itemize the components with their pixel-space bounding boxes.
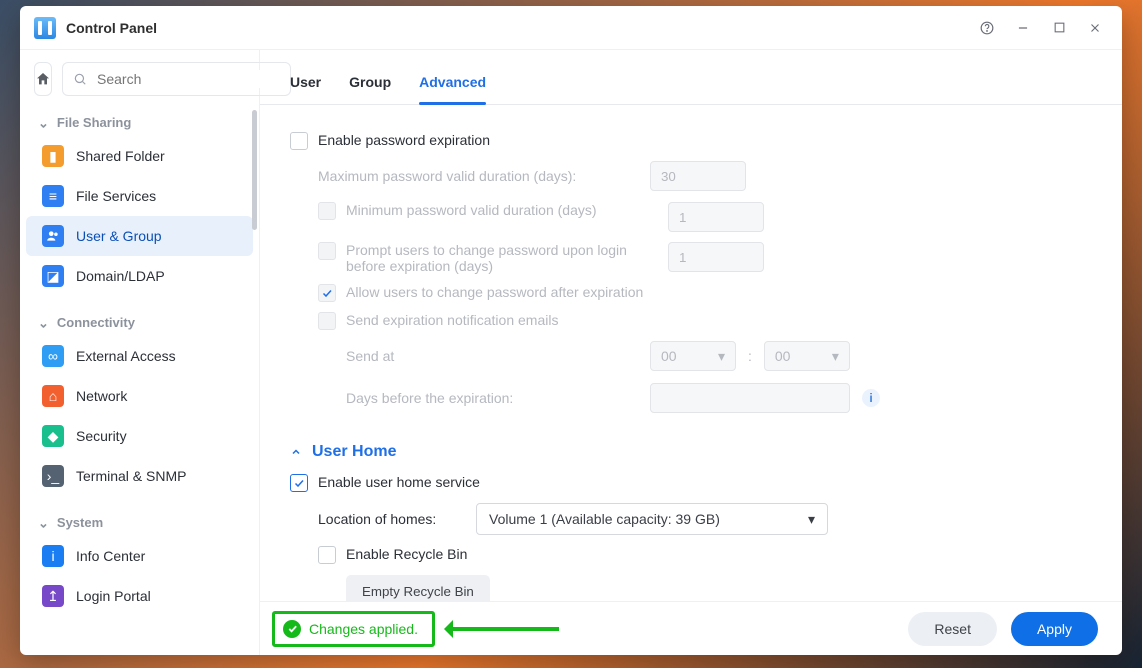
control-panel-icon — [34, 17, 56, 39]
tab-advanced[interactable]: Advanced — [419, 74, 486, 104]
control-panel-window: Control Panel ⌃File Sharing ▮Shared Fold… — [20, 6, 1122, 655]
user-home-section-toggle[interactable]: User Home — [290, 429, 1092, 469]
id-card-icon: ◪ — [42, 265, 64, 287]
min-days-input — [668, 202, 764, 232]
login-icon: ↥ — [42, 585, 64, 607]
info-icon[interactable]: i — [862, 389, 880, 407]
prompt-change-input — [668, 242, 764, 272]
terminal-icon: ›_ — [42, 465, 64, 487]
shield-icon: ◆ — [42, 425, 64, 447]
sidebar-item-info-center[interactable]: iInfo Center — [26, 536, 253, 576]
chevron-up-icon: ⌃ — [38, 514, 49, 530]
tab-group[interactable]: Group — [349, 74, 391, 104]
sidebar-item-shared-folder[interactable]: ▮Shared Folder — [26, 136, 253, 176]
section-system[interactable]: ⌃System — [20, 504, 259, 536]
chevron-down-icon: ▾ — [808, 511, 815, 528]
allow-change-after-label: Allow users to change password after exp… — [346, 284, 643, 300]
maximize-button[interactable] — [1046, 15, 1072, 41]
help-button[interactable] — [974, 15, 1000, 41]
sidebar-item-login-portal[interactable]: ↥Login Portal — [26, 576, 253, 616]
send-emails-checkbox — [318, 312, 336, 330]
annotation-arrow — [449, 627, 559, 631]
prompt-change-label: Prompt users to change password upon log… — [346, 242, 636, 274]
sidebar-item-user-group[interactable]: User & Group — [26, 216, 253, 256]
link-icon: ∞ — [42, 345, 64, 367]
send-at-label: Send at — [346, 348, 638, 364]
reset-button[interactable]: Reset — [908, 612, 997, 646]
send-min-select: 00▾ — [764, 341, 850, 371]
network-icon: ⌂ — [42, 385, 64, 407]
home-location-label: Location of homes: — [318, 511, 464, 527]
enable-recycle-checkbox[interactable] — [318, 546, 336, 564]
chevron-up-icon — [290, 446, 302, 458]
min-days-label: Minimum password valid duration (days) — [346, 202, 636, 218]
chevron-up-icon: ⌃ — [38, 314, 49, 330]
settings-scroll[interactable]: Enable password expiration Maximum passw… — [260, 105, 1122, 601]
footer: Changes applied. Reset Apply — [260, 601, 1122, 655]
chevron-down-icon: ▾ — [718, 348, 725, 365]
apply-button[interactable]: Apply — [1011, 612, 1098, 646]
enable-password-expiration-label: Enable password expiration — [318, 132, 490, 148]
days-before-input — [650, 383, 850, 413]
home-location-select[interactable]: Volume 1 (Available capacity: 39 GB) ▾ — [476, 503, 828, 535]
close-button[interactable] — [1082, 15, 1108, 41]
sidebar-item-external-access[interactable]: ∞External Access — [26, 336, 253, 376]
info-icon: i — [42, 545, 64, 567]
chevron-up-icon: ⌃ — [38, 114, 49, 130]
people-icon — [42, 225, 64, 247]
enable-recycle-label: Enable Recycle Bin — [346, 546, 467, 562]
sidebar-scrollbar[interactable] — [252, 110, 257, 230]
titlebar: Control Panel — [20, 6, 1122, 50]
prompt-change-checkbox — [318, 242, 336, 260]
minimize-button[interactable] — [1010, 15, 1036, 41]
allow-change-after-checkbox — [318, 284, 336, 302]
folder-icon: ▮ — [42, 145, 64, 167]
section-connectivity[interactable]: ⌃Connectivity — [20, 304, 259, 336]
enable-home-label: Enable user home service — [318, 474, 480, 490]
chevron-down-icon: ▾ — [832, 348, 839, 365]
search-box[interactable] — [62, 62, 291, 96]
sidebar-item-file-services[interactable]: ≡File Services — [26, 176, 253, 216]
content-panel: User Group Advanced Enable password expi… — [260, 50, 1122, 655]
send-emails-label: Send expiration notification emails — [346, 312, 558, 328]
window-title: Control Panel — [66, 20, 157, 36]
sidebar-item-terminal-snmp[interactable]: ›_Terminal & SNMP — [26, 456, 253, 496]
days-before-label: Days before the expiration: — [346, 390, 638, 406]
search-input[interactable] — [95, 70, 280, 88]
sidebar-item-domain-ldap[interactable]: ◪Domain/LDAP — [26, 256, 253, 296]
sidebar-item-network[interactable]: ⌂Network — [26, 376, 253, 416]
max-days-input — [650, 161, 746, 191]
tab-bar: User Group Advanced — [260, 50, 1122, 105]
enable-password-expiration-checkbox[interactable] — [290, 132, 308, 150]
sidebar-item-security[interactable]: ◆Security — [26, 416, 253, 456]
password-expiration-block: Enable password expiration Maximum passw… — [290, 109, 1092, 429]
section-file-sharing[interactable]: ⌃File Sharing — [20, 104, 259, 136]
max-days-label: Maximum password valid duration (days): — [318, 168, 638, 184]
enable-home-checkbox[interactable] — [290, 474, 308, 492]
success-check-icon — [283, 620, 301, 638]
sidebar: ⌃File Sharing ▮Shared Folder ≡File Servi… — [20, 50, 260, 655]
min-days-checkbox — [318, 202, 336, 220]
tab-user[interactable]: User — [290, 74, 321, 104]
home-button[interactable] — [34, 62, 52, 96]
status-message: Changes applied. — [272, 611, 435, 647]
empty-recycle-button[interactable]: Empty Recycle Bin — [346, 575, 490, 601]
search-icon — [73, 72, 87, 86]
file-services-icon: ≡ — [42, 185, 64, 207]
send-hour-select: 00▾ — [650, 341, 736, 371]
